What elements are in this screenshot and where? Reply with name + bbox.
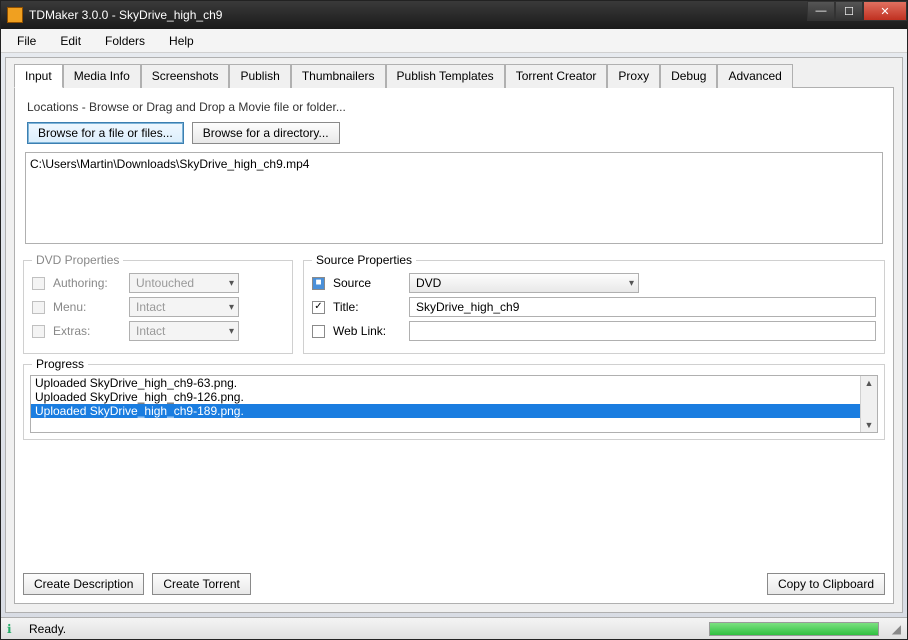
progress-legend: Progress [32,357,88,371]
tab-content: Locations - Browse or Drag and Drop a Mo… [14,88,894,604]
tab-media-info[interactable]: Media Info [63,64,141,88]
resize-grip-icon[interactable]: ◢ [887,622,901,636]
menu-file[interactable]: File [7,31,46,51]
menubar: File Edit Folders Help [1,29,907,53]
dvd-properties-group: DVD Properties Authoring: Untouched Menu… [23,260,293,354]
extras-select: Intact [129,321,239,341]
progress-bar [709,622,879,636]
maximize-button[interactable]: ☐ [835,1,863,21]
status-text: Ready. [29,622,701,636]
scrollbar[interactable]: ▲ ▼ [860,376,877,432]
window-buttons: — ☐ ✕ [807,1,907,21]
app-icon [7,7,23,23]
browse-row: Browse for a file or files... Browse for… [27,122,885,144]
app-window: TDMaker 3.0.0 - SkyDrive_high_ch9 — ☐ ✕ … [0,0,908,640]
weblink-label: Web Link: [333,324,401,338]
tab-input[interactable]: Input [14,64,63,88]
extras-label: Extras: [53,324,121,338]
title-input[interactable] [409,297,876,317]
progress-list[interactable]: Uploaded SkyDrive_high_ch9-63.png. Uploa… [30,375,878,433]
window-title: TDMaker 3.0.0 - SkyDrive_high_ch9 [29,8,807,22]
status-bar: ℹ Ready. ◢ [1,617,907,639]
menu-edit[interactable]: Edit [50,31,91,51]
extras-checkbox [32,325,45,338]
scroll-up-icon[interactable]: ▲ [865,376,874,390]
tab-debug[interactable]: Debug [660,64,717,88]
menu-label: Menu: [53,300,121,314]
source-checkbox[interactable]: ■ [312,277,325,290]
tab-proxy[interactable]: Proxy [607,64,660,88]
progress-line[interactable]: Uploaded SkyDrive_high_ch9-189.png. [31,404,877,418]
tab-advanced[interactable]: Advanced [717,64,792,88]
tab-torrent-creator[interactable]: Torrent Creator [505,64,608,88]
authoring-label: Authoring: [53,276,121,290]
create-description-button[interactable]: Create Description [23,573,144,595]
close-button[interactable]: ✕ [863,1,907,21]
progress-bar-fill [710,623,878,635]
tab-thumbnailers[interactable]: Thumbnailers [291,64,386,88]
properties-row: DVD Properties Authoring: Untouched Menu… [23,252,885,354]
progress-group: Progress Uploaded SkyDrive_high_ch9-63.p… [23,364,885,440]
file-list-item[interactable]: C:\Users\Martin\Downloads\SkyDrive_high_… [30,157,878,171]
progress-line[interactable]: Uploaded SkyDrive_high_ch9-126.png. [31,390,877,404]
dvd-legend: DVD Properties [32,253,123,267]
copy-to-clipboard-button[interactable]: Copy to Clipboard [767,573,885,595]
tab-publish[interactable]: Publish [229,64,290,88]
title-checkbox[interactable]: ✓ [312,301,325,314]
client-area: Input Media Info Screenshots Publish Thu… [5,57,903,613]
status-info-icon: ℹ [7,622,21,636]
source-properties-group: Source Properties ■ Source DVD ✓ Title: … [303,260,885,354]
menu-folders[interactable]: Folders [95,31,155,51]
bottom-bar: Create Description Create Torrent Copy t… [23,563,885,595]
scroll-down-icon[interactable]: ▼ [865,418,874,432]
title-label: Title: [333,300,401,314]
authoring-checkbox [32,277,45,290]
browse-files-button[interactable]: Browse for a file or files... [27,122,184,144]
tab-bar: Input Media Info Screenshots Publish Thu… [14,64,894,88]
source-select[interactable]: DVD [409,273,639,293]
titlebar[interactable]: TDMaker 3.0.0 - SkyDrive_high_ch9 — ☐ ✕ [1,1,907,29]
menu-select: Intact [129,297,239,317]
authoring-select: Untouched [129,273,239,293]
weblink-checkbox[interactable] [312,325,325,338]
menu-help[interactable]: Help [159,31,204,51]
source-legend: Source Properties [312,253,416,267]
progress-line[interactable]: Uploaded SkyDrive_high_ch9-63.png. [31,376,877,390]
tab-publish-templates[interactable]: Publish Templates [386,64,505,88]
source-label: Source [333,276,401,290]
menu-checkbox [32,301,45,314]
create-torrent-button[interactable]: Create Torrent [152,573,250,595]
weblink-input[interactable] [409,321,876,341]
browse-directory-button[interactable]: Browse for a directory... [192,122,340,144]
tab-screenshots[interactable]: Screenshots [141,64,230,88]
minimize-button[interactable]: — [807,1,835,21]
file-list[interactable]: C:\Users\Martin\Downloads\SkyDrive_high_… [25,152,883,244]
locations-label: Locations - Browse or Drag and Drop a Mo… [27,100,885,114]
